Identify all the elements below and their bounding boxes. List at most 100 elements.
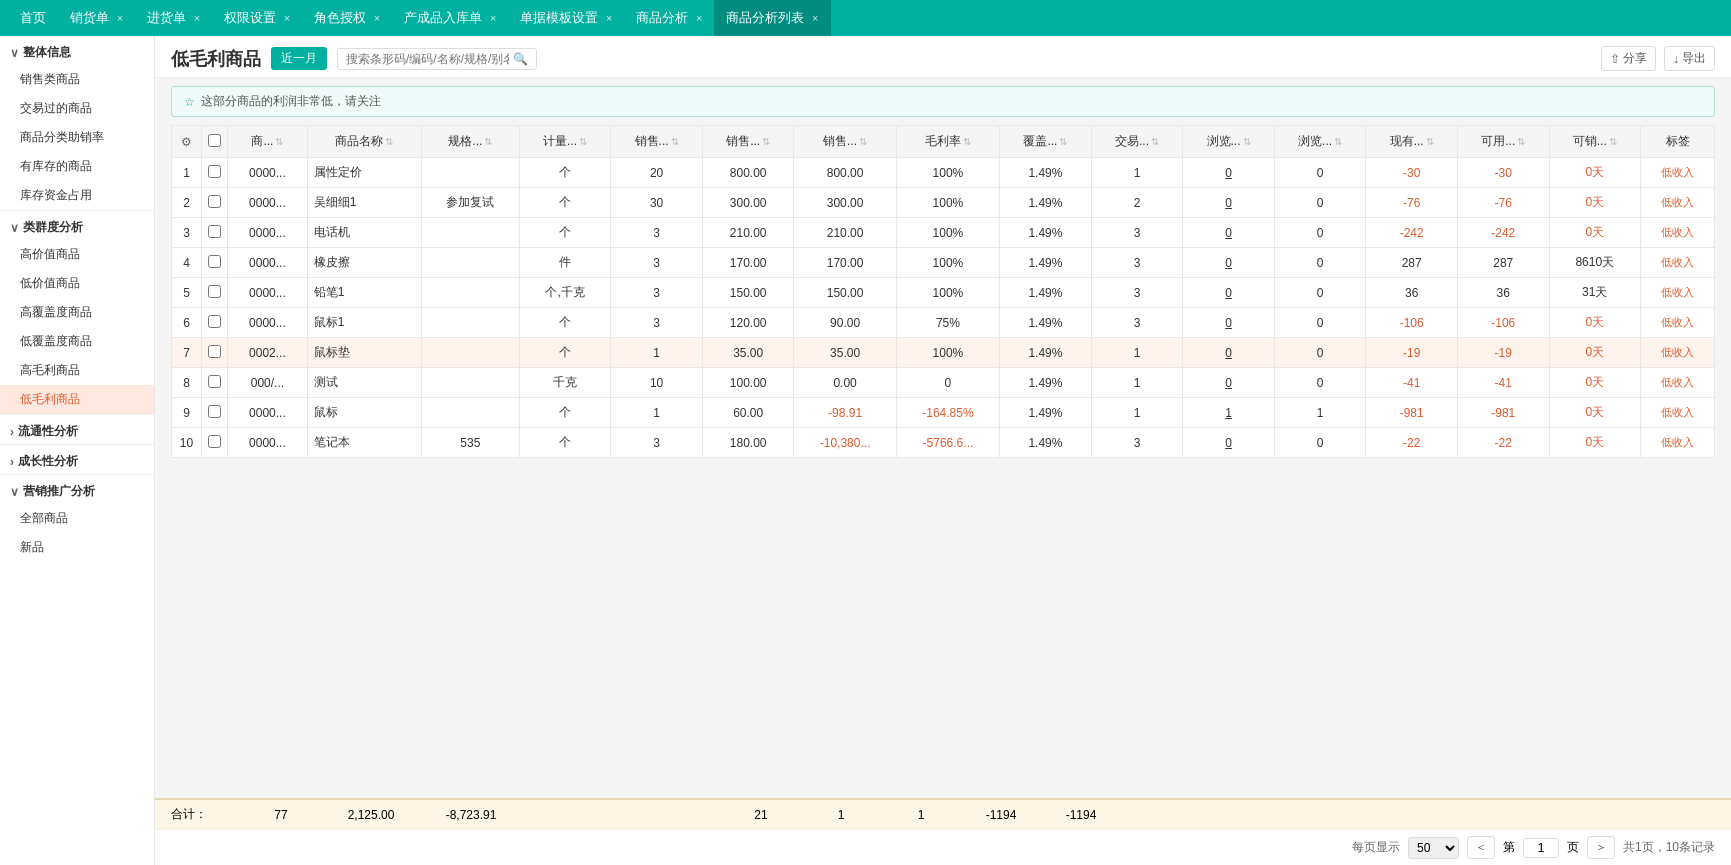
col-browse1-header[interactable]: 浏览...⇅: [1183, 126, 1275, 158]
sidebar-item-high-value[interactable]: 高价值商品: [0, 240, 154, 269]
sidebar-item-high-coverage[interactable]: 高覆盖度商品: [0, 298, 154, 327]
sidebar-item-low-value[interactable]: 低价值商品: [0, 269, 154, 298]
col-settings[interactable]: ⚙: [172, 126, 202, 158]
nav-item-permission[interactable]: 权限设置 ×: [212, 0, 302, 36]
col-name-header[interactable]: 商品名称⇅: [307, 126, 421, 158]
search-input[interactable]: [346, 52, 509, 66]
close-icon[interactable]: ×: [696, 12, 702, 24]
row-name[interactable]: 测试: [307, 368, 421, 398]
row-browse1[interactable]: 0: [1183, 368, 1275, 398]
row-checkbox[interactable]: [202, 398, 228, 428]
row-browse1[interactable]: 0: [1183, 218, 1275, 248]
row-browse1[interactable]: 0: [1183, 308, 1275, 338]
share-button[interactable]: ⇧ 分享: [1601, 46, 1656, 71]
row-name[interactable]: 属性定价: [307, 158, 421, 188]
row-browse1[interactable]: 0: [1183, 158, 1275, 188]
close-icon[interactable]: ×: [194, 12, 200, 24]
row-browse1[interactable]: 0: [1183, 428, 1275, 458]
close-icon[interactable]: ×: [490, 12, 496, 24]
nav-item-role[interactable]: 角色授权 ×: [302, 0, 392, 36]
sidebar-item-low-coverage[interactable]: 低覆盖度商品: [0, 327, 154, 356]
nav-item-purchase[interactable]: 进货单 ×: [135, 0, 212, 36]
page-size-select[interactable]: 50 100 200: [1408, 837, 1459, 859]
row-select-checkbox[interactable]: [208, 165, 221, 178]
close-icon[interactable]: ×: [374, 12, 380, 24]
row-name[interactable]: 电话机: [307, 218, 421, 248]
sidebar-item-sales-goods[interactable]: 销售类商品: [0, 65, 154, 94]
row-checkbox[interactable]: [202, 278, 228, 308]
close-icon[interactable]: ×: [812, 12, 818, 24]
row-select-checkbox[interactable]: [208, 255, 221, 268]
col-price-header[interactable]: 销售...⇅: [702, 126, 794, 158]
row-checkbox[interactable]: [202, 218, 228, 248]
row-browse1[interactable]: 0: [1183, 188, 1275, 218]
row-name[interactable]: 铅笔1: [307, 278, 421, 308]
nav-item-home[interactable]: 首页: [8, 0, 58, 36]
row-name[interactable]: 鼠标: [307, 398, 421, 428]
col-code-header[interactable]: 商...⇅: [228, 126, 308, 158]
nav-item-analysis-list[interactable]: 商品分析列表 ×: [714, 0, 830, 36]
row-name[interactable]: 笔记本: [307, 428, 421, 458]
sidebar-item-new-goods[interactable]: 新品: [0, 533, 154, 562]
col-stock1-header[interactable]: 现有...⇅: [1366, 126, 1458, 158]
row-name[interactable]: 吴细细1: [307, 188, 421, 218]
sidebar-item-low-margin[interactable]: 低毛利商品: [0, 385, 154, 414]
col-spec-header[interactable]: 规格...⇅: [421, 126, 519, 158]
row-browse1[interactable]: 0: [1183, 338, 1275, 368]
row-select-checkbox[interactable]: [208, 315, 221, 328]
export-button[interactable]: ↓ 导出: [1664, 46, 1715, 71]
sidebar-item-category-rate[interactable]: 商品分类助销率: [0, 123, 154, 152]
nav-item-products[interactable]: 产成品入库单 ×: [392, 0, 508, 36]
col-unit-header[interactable]: 计量...⇅: [519, 126, 611, 158]
row-checkbox[interactable]: [202, 158, 228, 188]
row-select-checkbox[interactable]: [208, 285, 221, 298]
close-icon[interactable]: ×: [284, 12, 290, 24]
prev-page-button[interactable]: ＜: [1467, 836, 1495, 859]
row-name[interactable]: 橡皮擦: [307, 248, 421, 278]
col-coverage-header[interactable]: 覆盖...⇅: [1000, 126, 1092, 158]
sidebar-section-flow[interactable]: › 流通性分析: [0, 415, 154, 444]
sidebar-item-high-margin[interactable]: 高毛利商品: [0, 356, 154, 385]
select-all-checkbox[interactable]: [208, 134, 221, 147]
sidebar-section-group[interactable]: ∨ 类群度分析: [0, 211, 154, 240]
row-checkbox[interactable]: [202, 188, 228, 218]
row-name[interactable]: 鼠标1: [307, 308, 421, 338]
sidebar-item-capital[interactable]: 库存资金占用: [0, 181, 154, 210]
row-browse1[interactable]: 0: [1183, 248, 1275, 278]
page-input[interactable]: [1523, 838, 1559, 858]
sidebar-item-all-goods[interactable]: 全部商品: [0, 504, 154, 533]
next-page-button[interactable]: ＞: [1587, 836, 1615, 859]
nav-item-analysis[interactable]: 商品分析 ×: [624, 0, 714, 36]
row-checkbox[interactable]: [202, 368, 228, 398]
sidebar-item-traded-goods[interactable]: 交易过的商品: [0, 94, 154, 123]
nav-item-sales[interactable]: 销货单 ×: [58, 0, 135, 36]
row-checkbox[interactable]: [202, 428, 228, 458]
col-tag-header[interactable]: 标签: [1641, 126, 1715, 158]
row-select-checkbox[interactable]: [208, 435, 221, 448]
col-stock2-header[interactable]: 可用...⇅: [1457, 126, 1549, 158]
col-trade-header[interactable]: 交易...⇅: [1091, 126, 1183, 158]
row-select-checkbox[interactable]: [208, 345, 221, 358]
row-browse1[interactable]: 0: [1183, 278, 1275, 308]
row-select-checkbox[interactable]: [208, 195, 221, 208]
col-sales-header[interactable]: 销售...⇅: [794, 126, 896, 158]
table-wrapper[interactable]: ⚙ 商...⇅ 商品名称⇅ 规格...⇅ 计量...⇅ 销售...⇅ 销售...…: [155, 125, 1731, 798]
sidebar-section-growth[interactable]: › 成长性分析: [0, 445, 154, 474]
col-browse2-header[interactable]: 浏览...⇅: [1274, 126, 1366, 158]
row-select-checkbox[interactable]: [208, 405, 221, 418]
nav-item-template[interactable]: 单据模板设置 ×: [508, 0, 624, 36]
close-icon[interactable]: ×: [117, 12, 123, 24]
row-select-checkbox[interactable]: [208, 375, 221, 388]
row-checkbox[interactable]: [202, 308, 228, 338]
col-days-header[interactable]: 可销...⇅: [1549, 126, 1641, 158]
sidebar-section-marketing[interactable]: ∨ 营销推广分析: [0, 475, 154, 504]
col-checkbox[interactable]: [202, 126, 228, 158]
sidebar-section-overview[interactable]: ∨ 整体信息: [0, 36, 154, 65]
col-gross-header[interactable]: 毛利率⇅: [896, 126, 999, 158]
row-checkbox[interactable]: [202, 338, 228, 368]
row-checkbox[interactable]: [202, 248, 228, 278]
search-box[interactable]: 🔍: [337, 48, 537, 70]
filter-recent-month-button[interactable]: 近一月: [271, 47, 327, 70]
close-icon[interactable]: ×: [606, 12, 612, 24]
row-name[interactable]: 鼠标垫: [307, 338, 421, 368]
